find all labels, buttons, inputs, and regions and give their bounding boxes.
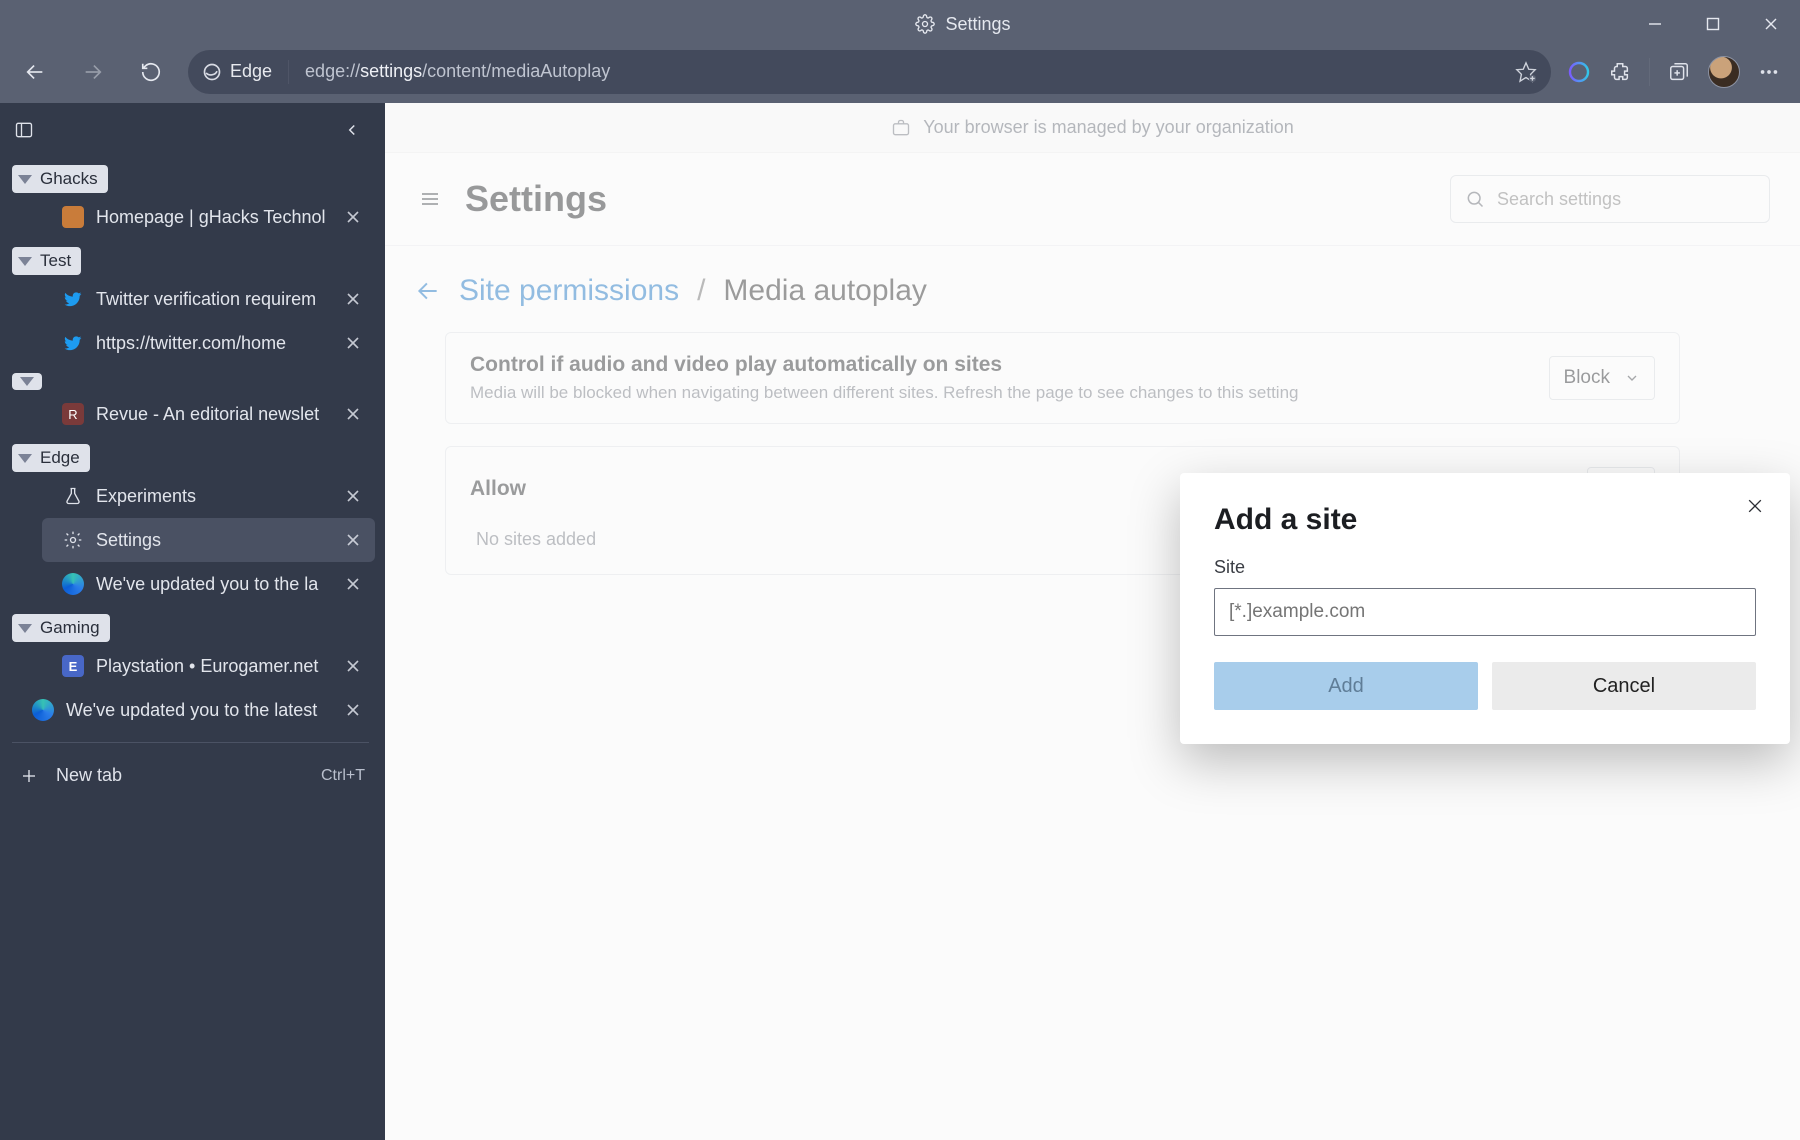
extensions-icon[interactable] bbox=[1609, 61, 1631, 83]
tab-group-chip[interactable]: Ghacks bbox=[12, 165, 108, 193]
new-tab-button[interactable]: New tab Ctrl+T bbox=[6, 753, 375, 798]
eurogamer-favicon-icon: E bbox=[62, 655, 84, 677]
chevron-down-icon bbox=[18, 454, 32, 463]
window-close-button[interactable] bbox=[1742, 0, 1800, 48]
modal-close-button[interactable] bbox=[1740, 491, 1770, 521]
add-site-modal: Add a site Site Add Cancel bbox=[1180, 473, 1790, 744]
tab-label: https://twitter.com/home bbox=[96, 333, 329, 354]
twitter-favicon-icon bbox=[62, 288, 84, 310]
favorite-star-icon[interactable] bbox=[1515, 61, 1537, 83]
new-tab-label: New tab bbox=[56, 765, 122, 786]
tab-group: Test Twitter verification requirem https:/… bbox=[6, 239, 375, 365]
sidebar-divider bbox=[12, 742, 369, 743]
window-title: Settings bbox=[945, 14, 1010, 35]
tab-item[interactable]: Homepage | gHacks Technol bbox=[42, 195, 375, 239]
chevron-down-icon bbox=[20, 377, 34, 386]
back-button[interactable] bbox=[14, 51, 56, 93]
window-minimize-button[interactable] bbox=[1626, 0, 1684, 48]
window-titlebar: Settings bbox=[0, 0, 1800, 48]
address-separator bbox=[288, 60, 289, 84]
modal-title: Add a site bbox=[1214, 503, 1756, 537]
refresh-button[interactable] bbox=[130, 51, 172, 93]
tab-group-chip[interactable]: Gaming bbox=[12, 614, 110, 642]
close-tab-icon[interactable] bbox=[341, 331, 365, 355]
close-tab-icon[interactable] bbox=[341, 572, 365, 596]
tab-item[interactable]: Twitter verification requirem bbox=[42, 277, 375, 321]
new-tab-shortcut: Ctrl+T bbox=[321, 767, 365, 785]
site-identity: Edge bbox=[202, 61, 272, 82]
modal-add-button[interactable]: Add bbox=[1214, 662, 1478, 710]
close-tab-icon[interactable] bbox=[341, 484, 365, 508]
tab-group-name: Test bbox=[40, 251, 71, 271]
tab-group: Ghacks Homepage | gHacks Technol bbox=[6, 157, 375, 239]
window-maximize-button[interactable] bbox=[1684, 0, 1742, 48]
tab-item[interactable]: R Revue - An editorial newslet bbox=[42, 392, 375, 436]
gear-favicon-icon bbox=[62, 529, 84, 551]
profile-avatar[interactable] bbox=[1708, 56, 1740, 88]
browser-toolbar: Edge edge://settings/content/mediaAutopl… bbox=[0, 48, 1800, 103]
tab-group: R Revue - An editorial newslet bbox=[6, 365, 375, 436]
close-tab-icon[interactable] bbox=[341, 287, 365, 311]
collapse-sidebar-button[interactable] bbox=[335, 113, 369, 147]
tab-group: Gaming E Playstation • Eurogamer.net bbox=[6, 606, 375, 688]
tab-item[interactable]: Experiments bbox=[42, 474, 375, 518]
tab-label: Playstation • Eurogamer.net bbox=[96, 656, 329, 677]
tab-label: We've updated you to the la bbox=[96, 574, 329, 595]
tab-label: Experiments bbox=[96, 486, 329, 507]
tab-actions-icon[interactable] bbox=[14, 120, 34, 140]
flask-favicon-icon bbox=[62, 485, 84, 507]
twitter-favicon-icon bbox=[62, 332, 84, 354]
more-menu-icon[interactable] bbox=[1758, 61, 1780, 83]
tab-item[interactable]: Settings bbox=[42, 518, 375, 562]
modal-site-input[interactable] bbox=[1214, 588, 1756, 636]
tab-group-chip[interactable] bbox=[12, 373, 42, 390]
close-tab-icon[interactable] bbox=[341, 402, 365, 426]
tab-label: Homepage | gHacks Technol bbox=[96, 207, 329, 228]
edge-favicon-icon bbox=[32, 699, 54, 721]
tab-item[interactable]: We've updated you to the la bbox=[42, 562, 375, 606]
revue-favicon-icon: R bbox=[62, 403, 84, 425]
chevron-down-icon bbox=[18, 175, 32, 184]
collections-icon[interactable] bbox=[1668, 61, 1690, 83]
edge-favicon-icon bbox=[62, 573, 84, 595]
tab-item[interactable]: We've updated you to the latest bbox=[12, 688, 375, 732]
gear-icon bbox=[915, 14, 935, 34]
site-identity-label: Edge bbox=[230, 61, 272, 82]
tab-group-chip[interactable]: Edge bbox=[12, 444, 90, 472]
close-tab-icon[interactable] bbox=[341, 698, 365, 722]
address-bar[interactable]: Edge edge://settings/content/mediaAutopl… bbox=[188, 50, 1551, 94]
tab-label: Revue - An editorial newslet bbox=[96, 404, 329, 425]
ghacks-favicon-icon bbox=[62, 206, 84, 228]
toolbar-separator bbox=[1649, 58, 1650, 86]
tab-group-name: Ghacks bbox=[40, 169, 98, 189]
tab-item[interactable]: E Playstation • Eurogamer.net bbox=[42, 644, 375, 688]
tab-label: We've updated you to the latest bbox=[66, 700, 329, 721]
vertical-tabs-sidebar: Ghacks Homepage | gHacks Technol Test Twitt… bbox=[0, 103, 385, 1140]
tab-label: Settings bbox=[96, 530, 329, 551]
close-tab-icon[interactable] bbox=[341, 654, 365, 678]
tab-group-chip[interactable]: Test bbox=[12, 247, 81, 275]
close-tab-icon[interactable] bbox=[341, 528, 365, 552]
url-text: edge://settings/content/mediaAutoplay bbox=[305, 61, 610, 82]
forward-button[interactable] bbox=[72, 51, 114, 93]
tab-item[interactable]: https://twitter.com/home bbox=[42, 321, 375, 365]
tab-group-name: Gaming bbox=[40, 618, 100, 638]
chevron-down-icon bbox=[18, 257, 32, 266]
copilot-icon[interactable] bbox=[1567, 60, 1591, 84]
tab-group: Edge Experiments Settings We've updated you… bbox=[6, 436, 375, 606]
tab-group-name: Edge bbox=[40, 448, 80, 468]
chevron-down-icon bbox=[18, 624, 32, 633]
tab-label: Twitter verification requirem bbox=[96, 289, 329, 310]
modal-cancel-button[interactable]: Cancel bbox=[1492, 662, 1756, 710]
settings-content: Your browser is managed by your organiza… bbox=[385, 103, 1800, 1140]
modal-field-label: Site bbox=[1214, 557, 1756, 578]
edge-logo-icon bbox=[202, 62, 222, 82]
plus-icon bbox=[20, 767, 38, 785]
close-tab-icon[interactable] bbox=[341, 205, 365, 229]
